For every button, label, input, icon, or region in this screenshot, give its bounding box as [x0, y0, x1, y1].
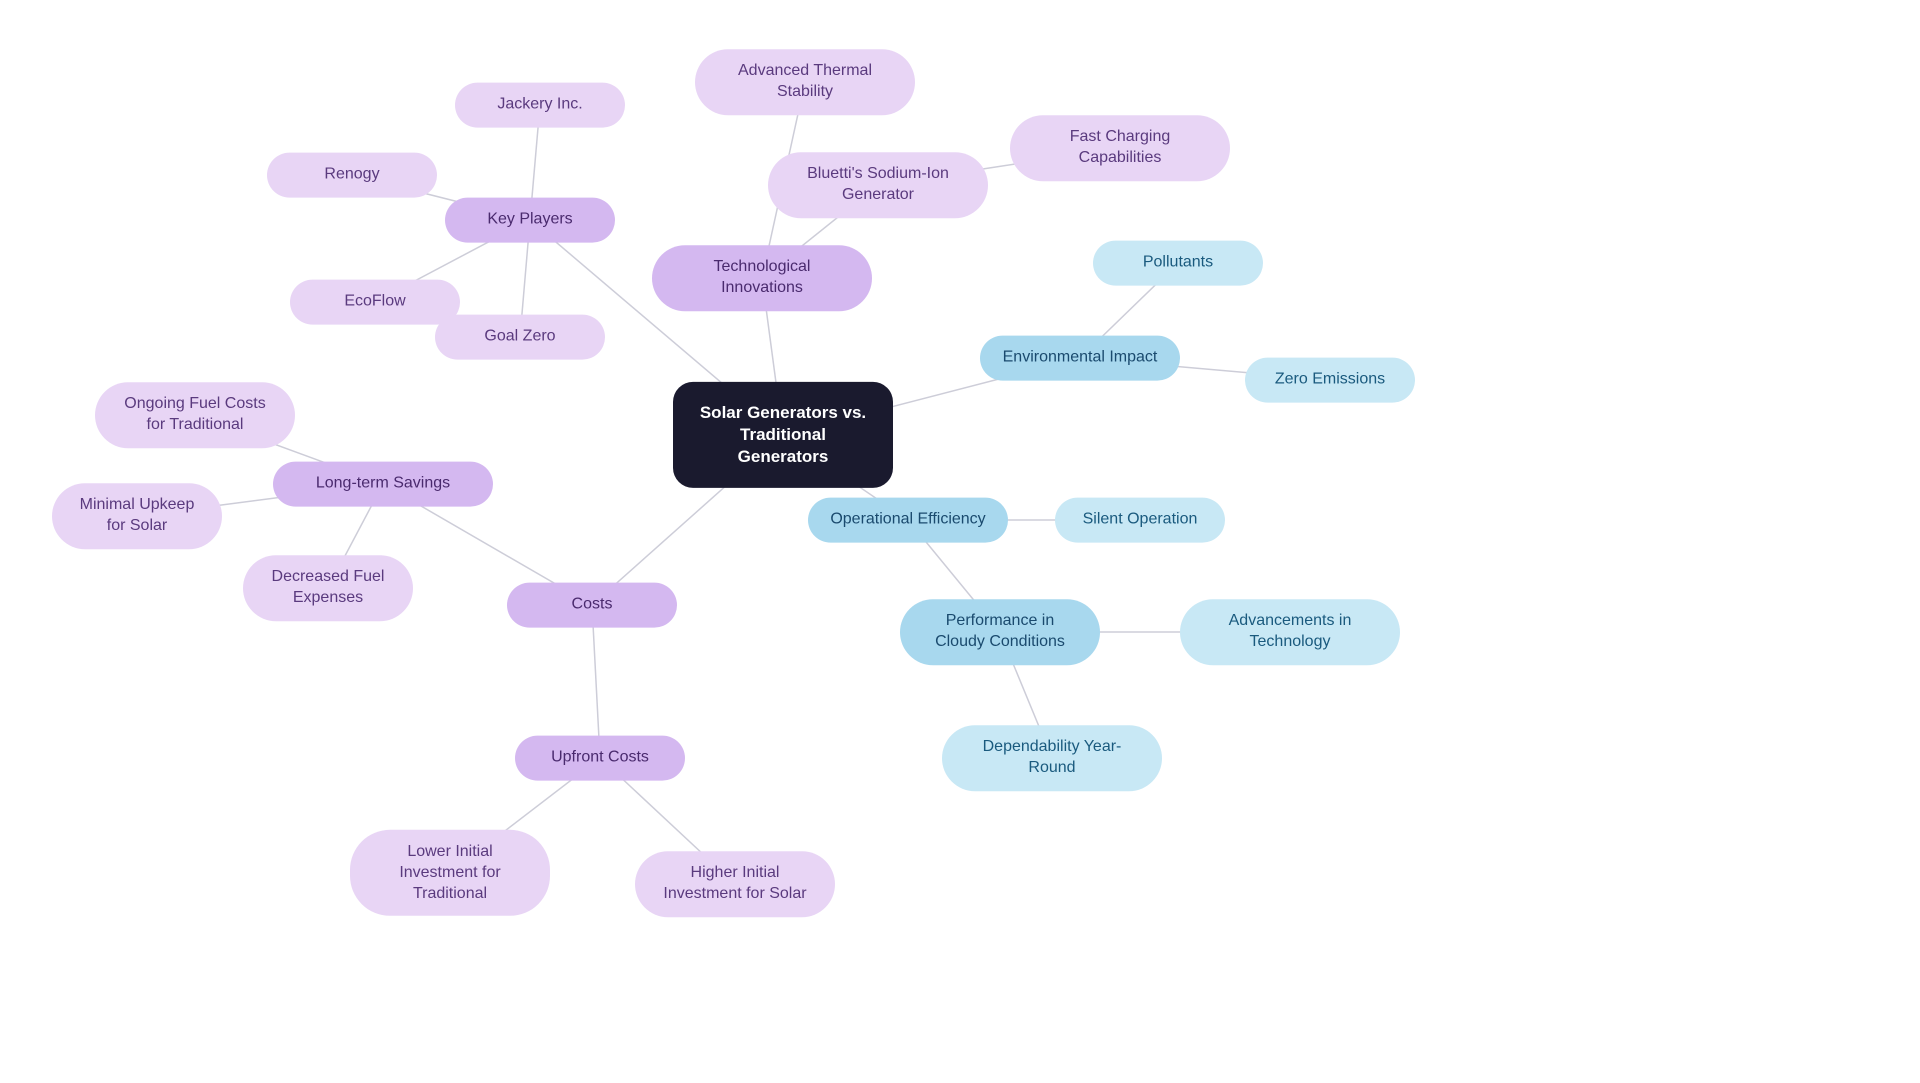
node-higherInitial: Higher Initial Investment for Solar — [635, 851, 835, 917]
node-techInnovations: Technological Innovations — [652, 245, 872, 311]
node-opEfficiency: Operational Efficiency — [808, 498, 1008, 543]
node-envImpact: Environmental Impact — [980, 336, 1180, 381]
node-ongoingFuel: Ongoing Fuel Costs for Traditional — [95, 382, 295, 448]
node-upfrontCosts: Upfront Costs — [515, 736, 685, 781]
node-goalZero: Goal Zero — [435, 315, 605, 360]
node-zeroEmissions: Zero Emissions — [1245, 358, 1415, 403]
node-costs: Costs — [507, 583, 677, 628]
node-advancedThermal: Advanced Thermal Stability — [695, 49, 915, 115]
node-perfCloudy: Performance in Cloudy Conditions — [900, 599, 1100, 665]
node-bluettiSodium: Bluetti's Sodium-Ion Generator — [768, 152, 988, 218]
node-renogy: Renogy — [267, 153, 437, 198]
node-center: Solar Generators vs. Traditional Generat… — [673, 382, 893, 488]
node-lowerInitial: Lower Initial Investment for Traditional — [350, 830, 550, 916]
node-longTermSavings: Long-term Savings — [273, 462, 493, 507]
node-pollutants: Pollutants — [1093, 241, 1263, 286]
node-jackery: Jackery Inc. — [455, 83, 625, 128]
node-decreasedFuel: Decreased Fuel Expenses — [243, 555, 413, 621]
node-ecoflow: EcoFlow — [290, 280, 460, 325]
node-dependability: Dependability Year-Round — [942, 725, 1162, 791]
mind-map-canvas: Solar Generators vs. Traditional Generat… — [0, 0, 1920, 1083]
node-advancementsInTech: Advancements in Technology — [1180, 599, 1400, 665]
node-fastCharging: Fast Charging Capabilities — [1010, 115, 1230, 181]
node-minimalUpkeep: Minimal Upkeep for Solar — [52, 483, 222, 549]
node-silentOp: Silent Operation — [1055, 498, 1225, 543]
node-keyPlayers: Key Players — [445, 198, 615, 243]
